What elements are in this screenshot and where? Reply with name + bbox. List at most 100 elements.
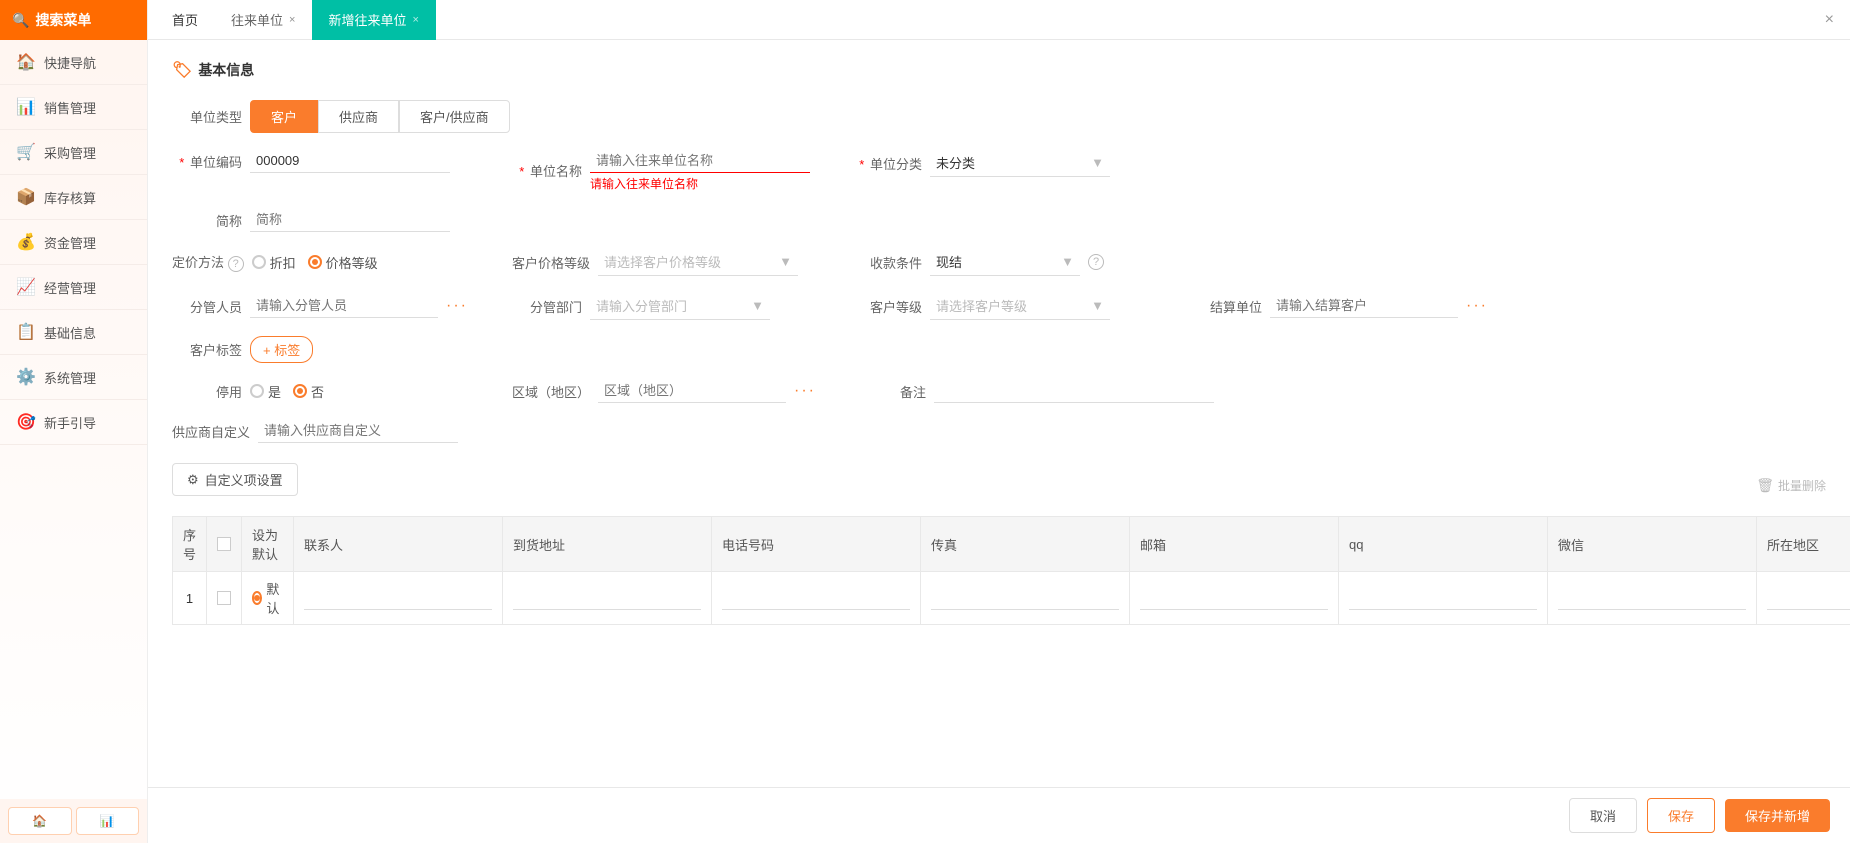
unit-code-field: * 单位编码 <box>172 149 472 173</box>
unit-name-field: * 单位名称 请输入往来单位名称 <box>512 149 812 192</box>
section-icon: 🏷 <box>172 60 192 80</box>
customer-level-select[interactable]: 请选择客户等级 ▼ <box>930 292 1110 320</box>
chevron-down-icon4: ▼ <box>751 298 764 313</box>
sidebar-item-label: 销售管理 <box>44 98 96 117</box>
row-address-input[interactable] <box>513 586 701 610</box>
row-supplier-custom: 供应商自定义 <box>172 419 1826 443</box>
chevron-down-icon3: ▼ <box>1061 254 1074 269</box>
unit-type-label: 单位类型 <box>172 107 242 126</box>
sidebar-item-label: 库存核算 <box>44 188 96 207</box>
sidebar-item-label: 系统管理 <box>44 368 96 387</box>
system-icon: ⚙️ <box>16 367 36 387</box>
disabled-field: 停用 是 否 <box>172 382 472 401</box>
remark-label: 备注 <box>856 382 926 401</box>
main-area: 首页 往来单位 × 新增往来单位 × × 🏷 基本信息 单位类型 客户 供应商 … <box>148 0 1850 843</box>
payment-terms-select[interactable]: 现结 ▼ <box>930 248 1080 276</box>
payment-terms-help-icon[interactable]: ? <box>1088 254 1104 270</box>
row-area-input[interactable] <box>1767 586 1850 610</box>
required-star2: * <box>519 164 524 179</box>
table-row: 1 默认 <box>173 572 1850 625</box>
manager-more-btn[interactable]: ··· <box>446 297 468 315</box>
pricing-discount-option[interactable]: 折扣 <box>252 253 296 272</box>
row-seq: 1 <box>173 572 207 625</box>
sidebar-item-inventory[interactable]: 📦 库存核算 <box>0 175 147 220</box>
sidebar-item-sales[interactable]: 📊 销售管理 <box>0 85 147 130</box>
row-default-radio[interactable] <box>252 591 262 605</box>
custom-settings-button[interactable]: ⚙ 自定义项设置 <box>172 463 298 496</box>
unit-type-both[interactable]: 客户/供应商 <box>399 100 510 133</box>
sidebar-item-finance[interactable]: 💰 资金管理 <box>0 220 147 265</box>
close-all-tabs[interactable]: × <box>1817 11 1842 29</box>
unit-name-input[interactable] <box>590 149 810 173</box>
basic-info-icon: 📋 <box>16 322 36 342</box>
row-contact-input[interactable] <box>304 586 492 610</box>
remark-input[interactable] <box>934 379 1214 403</box>
disabled-yes-radio[interactable] <box>250 384 264 398</box>
tab-partner[interactable]: 往来单位 × <box>215 0 312 40</box>
pricing-discount-radio[interactable] <box>252 255 266 269</box>
department-select[interactable]: 请输入分管部门 ▼ <box>590 292 770 320</box>
sidebar-bottom-btn1[interactable]: 🏠 <box>8 807 72 835</box>
save-button[interactable]: 保存 <box>1647 798 1715 833</box>
disabled-no-label: 否 <box>311 382 324 401</box>
save-new-button[interactable]: 保存并新增 <box>1725 799 1830 832</box>
sidebar-item-basic-info[interactable]: 📋 基础信息 <box>0 310 147 355</box>
unit-type-customer[interactable]: 客户 <box>250 100 318 133</box>
pricing-method-help-icon[interactable]: ? <box>228 256 244 272</box>
row-default-radio-item[interactable]: 默认 <box>252 579 283 617</box>
disabled-no-option[interactable]: 否 <box>293 382 324 401</box>
unit-type-group: 客户 供应商 客户/供应商 <box>250 100 510 133</box>
row-qq-input[interactable] <box>1349 586 1537 610</box>
cancel-button[interactable]: 取消 <box>1569 798 1637 833</box>
sidebar-item-operations[interactable]: 📈 经营管理 <box>0 265 147 310</box>
unit-category-select[interactable]: 未分类 ▼ <box>930 149 1110 177</box>
region-input[interactable] <box>598 379 786 403</box>
unit-code-input[interactable] <box>250 149 450 173</box>
row-wechat-input[interactable] <box>1558 586 1746 610</box>
customer-price-level-field: 客户价格等级 请选择客户价格等级 ▼ <box>512 248 812 276</box>
row-checkbox[interactable] <box>217 591 231 605</box>
customer-price-level-placeholder: 请选择客户价格等级 <box>604 252 721 271</box>
row-pricing: 定价方法 ? 折扣 价格等级 客户价格等级 <box>172 248 1826 276</box>
settlement-unit-input[interactable] <box>1270 294 1458 318</box>
short-name-input[interactable] <box>250 208 450 232</box>
unit-type-supplier[interactable]: 供应商 <box>318 100 399 133</box>
row-email-input[interactable] <box>1140 586 1328 610</box>
sidebar-item-label: 新手引导 <box>44 413 96 432</box>
disabled-no-radio[interactable] <box>293 384 307 398</box>
sidebar-item-label: 采购管理 <box>44 143 96 162</box>
search-menu-button[interactable]: 🔍 搜索菜单 <box>0 0 147 40</box>
row-fax-input[interactable] <box>931 586 1119 610</box>
customer-price-level-select[interactable]: 请选择客户价格等级 ▼ <box>598 248 798 276</box>
col-contact: 联系人 <box>294 517 503 572</box>
sidebar-item-guide[interactable]: 🎯 新手引导 <box>0 400 147 445</box>
row-phone-input[interactable] <box>722 586 910 610</box>
sidebar-item-quick-nav[interactable]: 🏠 快捷导航 <box>0 40 147 85</box>
unit-type-row: 单位类型 客户 供应商 客户/供应商 <box>172 100 1826 133</box>
settlement-unit-label: 结算单位 <box>1192 297 1262 316</box>
required-star: * <box>179 155 184 170</box>
col-fax: 传真 <box>921 517 1130 572</box>
sidebar-item-purchase[interactable]: 🛒 采购管理 <box>0 130 147 175</box>
tab-partner-close[interactable]: × <box>289 14 295 26</box>
disabled-yes-option[interactable]: 是 <box>250 382 281 401</box>
unit-name-label: * 单位名称 <box>512 161 582 180</box>
select-all-checkbox[interactable] <box>217 537 231 551</box>
tab-new-partner[interactable]: 新增往来单位 × <box>312 0 435 40</box>
customer-tag-field: 客户标签 + 标签 <box>172 336 472 363</box>
pricing-discount-label: 折扣 <box>270 253 296 272</box>
sidebar-item-system[interactable]: ⚙️ 系统管理 <box>0 355 147 400</box>
batch-delete-button[interactable]: 🗑 批量删除 <box>1756 477 1826 494</box>
tab-home[interactable]: 首页 <box>156 0 215 40</box>
sidebar-bottom-btn2[interactable]: 📊 <box>76 807 140 835</box>
pricing-level-option[interactable]: 价格等级 <box>308 253 378 272</box>
region-more-btn[interactable]: ··· <box>794 382 816 400</box>
add-tag-button[interactable]: + 标签 <box>250 336 313 363</box>
manager-input[interactable] <box>250 294 438 318</box>
supplier-custom-label: 供应商自定义 <box>172 422 250 441</box>
row-area <box>1757 572 1850 625</box>
pricing-level-radio[interactable] <box>308 255 322 269</box>
tab-new-partner-close[interactable]: × <box>412 14 418 26</box>
supplier-custom-input[interactable] <box>258 419 458 443</box>
settlement-unit-more-btn[interactable]: ··· <box>1466 297 1488 315</box>
